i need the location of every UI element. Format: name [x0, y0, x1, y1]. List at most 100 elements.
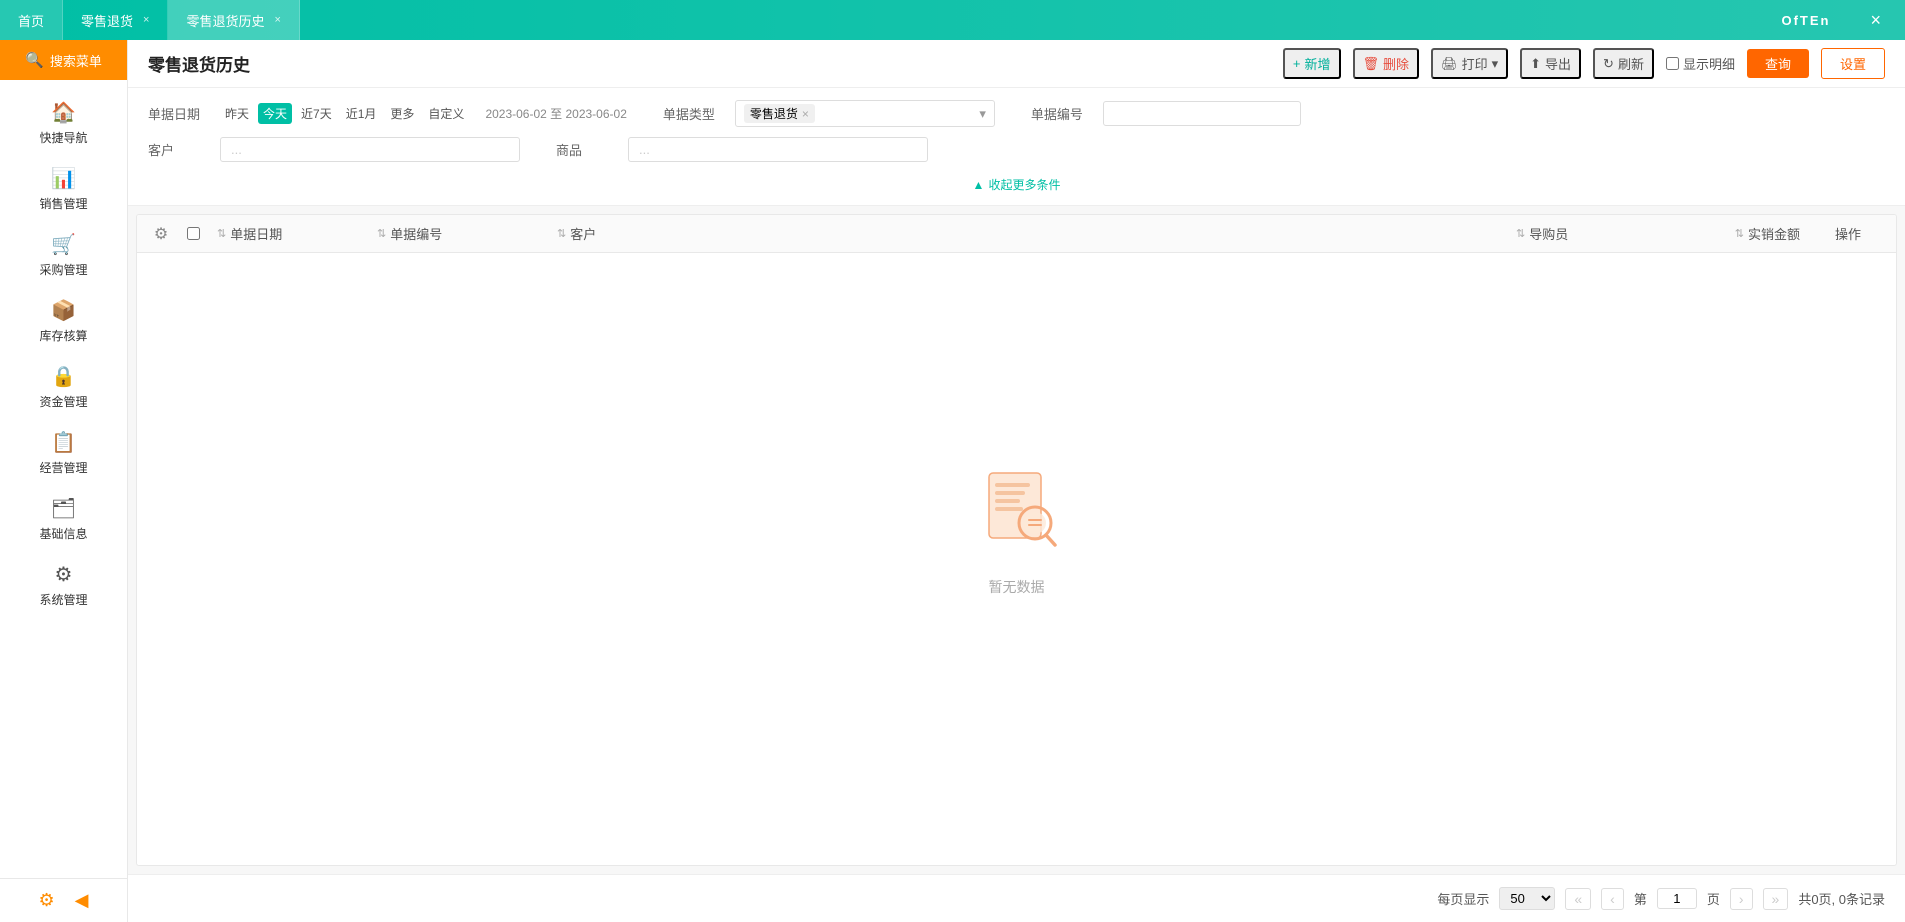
- sidebar-search[interactable]: 🔍 搜索菜单: [0, 40, 127, 80]
- tab-retail-return-close[interactable]: ×: [143, 14, 149, 26]
- sort-number-icon[interactable]: ⇅: [377, 227, 386, 240]
- delete-label: 删除: [1383, 54, 1409, 73]
- total-info: 共0页, 0条记录: [1798, 889, 1885, 908]
- page-label: 第: [1634, 889, 1647, 908]
- sort-date-icon[interactable]: ⇅: [217, 227, 226, 240]
- last-page-button[interactable]: »: [1763, 888, 1789, 910]
- delete-button[interactable]: 🗑 删除: [1353, 48, 1420, 79]
- sidebar-item-finance[interactable]: 🔒 资金管理: [0, 352, 127, 418]
- th-amount: ⇅ 实销金额: [1668, 224, 1808, 243]
- tab-retail-return-history[interactable]: 零售退货历史 ×: [168, 0, 299, 40]
- sidebar-item-basic-info[interactable]: 🗂 基础信息: [0, 484, 127, 550]
- first-page-button[interactable]: «: [1565, 888, 1591, 910]
- prev-page-button[interactable]: ‹: [1601, 888, 1624, 910]
- new-button[interactable]: + 新增: [1283, 48, 1341, 79]
- date-btn-7days[interactable]: 近7天: [296, 103, 337, 124]
- type-filter-label: 单据类型: [663, 104, 719, 123]
- th-number-label: 单据编号: [390, 224, 442, 243]
- show-detail-checkbox[interactable]: [1666, 57, 1679, 70]
- date-btn-1month[interactable]: 近1月: [341, 103, 382, 124]
- page-header: 零售退货历史 + 新增 🗑 删除 🖨 打印 ▾ ⬆ 导出: [128, 40, 1905, 88]
- content-area: 零售退货历史 + 新增 🗑 删除 🖨 打印 ▾ ⬆ 导出: [128, 40, 1905, 922]
- next-page-button[interactable]: ›: [1730, 888, 1753, 910]
- export-button[interactable]: ⬆ 导出: [1520, 48, 1581, 79]
- customer-filter-input[interactable]: ...: [220, 137, 520, 162]
- empty-text: 暂无数据: [989, 577, 1045, 597]
- table-settings-icon[interactable]: ⚙: [145, 224, 177, 244]
- tab-retail-return-label: 零售退货: [81, 11, 133, 30]
- show-detail-checkbox-label[interactable]: 显示明细: [1666, 54, 1735, 73]
- print-label: 打印: [1462, 54, 1488, 73]
- sidebar-item-quick-nav[interactable]: 🏠 快捷导航: [0, 88, 127, 154]
- select-all-input[interactable]: [187, 227, 200, 240]
- date-btn-custom[interactable]: 自定义: [423, 103, 469, 124]
- window-close-button[interactable]: ×: [1862, 10, 1889, 31]
- table-header: ⚙ ⇅ 单据日期 ⇅ 单据编号 ⇅ 客户 ⇅ 导购员: [137, 215, 1896, 253]
- page-unit: 页: [1707, 889, 1720, 908]
- goods-filter-input[interactable]: ...: [628, 137, 928, 162]
- empty-illustration: [967, 461, 1067, 561]
- sidebar-item-system-mgmt[interactable]: ⚙ 系统管理: [0, 550, 127, 616]
- sidebar-item-purchase-mgmt[interactable]: 🛒 采购管理: [0, 220, 127, 286]
- th-date-label: 单据日期: [230, 224, 282, 243]
- tab-home[interactable]: 首页: [0, 0, 63, 40]
- sort-amount-icon[interactable]: ⇅: [1735, 227, 1744, 240]
- pagination-area: 每页显示 50 100 200 « ‹ 第 页 › » 共0页, 0条记录: [128, 874, 1905, 922]
- sidebar-item-operations[interactable]: 📋 经营管理: [0, 418, 127, 484]
- type-filter-select[interactable]: 零售退货 × ▾: [735, 100, 995, 127]
- export-icon: ⬆: [1530, 56, 1541, 72]
- table-area: ⚙ ⇅ 单据日期 ⇅ 单据编号 ⇅ 客户 ⇅ 导购员: [136, 214, 1897, 866]
- empty-state: 暂无数据: [137, 253, 1896, 865]
- th-action-label: 操作: [1835, 224, 1861, 243]
- export-label: 导出: [1545, 54, 1571, 73]
- collapse-sidebar-icon[interactable]: ◀: [75, 890, 89, 911]
- sidebar-item-operations-label: 经营管理: [39, 459, 87, 476]
- date-btn-more[interactable]: 更多: [385, 103, 419, 124]
- page-actions: + 新增 🗑 删除 🖨 打印 ▾ ⬆ 导出 ↻ 刷新: [1283, 48, 1885, 79]
- type-tag-remove[interactable]: ×: [802, 107, 809, 121]
- sidebar-search-label: 搜索菜单: [50, 51, 102, 70]
- refresh-button[interactable]: ↻ 刷新: [1593, 48, 1654, 79]
- sidebar-item-inventory[interactable]: 📦 库存核算: [0, 286, 127, 352]
- main-layout: 🔍 搜索菜单 🏠 快捷导航 📊 销售管理 🛒 采购管理 📦 库存核算 🔒: [0, 40, 1905, 922]
- customer-placeholder: ...: [231, 142, 242, 157]
- tab-retail-return-history-label: 零售退货历史: [186, 11, 264, 30]
- top-bar-right: OfTEn ×: [1761, 10, 1905, 31]
- date-filter-buttons: 昨天 今天 近7天 近1月 更多 自定义: [220, 103, 469, 124]
- print-arrow-icon: ▾: [1492, 56, 1499, 72]
- th-amount-label: 实销金额: [1748, 224, 1800, 243]
- new-icon: +: [1293, 56, 1301, 71]
- sidebar-item-purchase-label: 采购管理: [39, 261, 87, 278]
- number-filter-label: 单据编号: [1031, 104, 1087, 123]
- collapse-icon: ▲: [973, 178, 985, 192]
- new-label: 新增: [1305, 54, 1331, 73]
- table-select-all-checkbox[interactable]: [177, 227, 209, 240]
- page-number-input[interactable]: [1657, 888, 1697, 909]
- sort-guide-icon[interactable]: ⇅: [1516, 227, 1525, 240]
- settings-bottom-icon[interactable]: ⚙: [39, 890, 55, 911]
- type-select-arrow-icon: ▾: [979, 106, 986, 122]
- number-filter-input[interactable]: [1103, 101, 1301, 126]
- sidebar-item-basic-label: 基础信息: [39, 525, 87, 542]
- sidebar-item-sales-mgmt[interactable]: 📊 销售管理: [0, 154, 127, 220]
- sidebar: 🔍 搜索菜单 🏠 快捷导航 📊 销售管理 🛒 采购管理 📦 库存核算 🔒: [0, 40, 128, 922]
- sales-icon: 📊: [51, 166, 76, 191]
- tab-retail-return[interactable]: 零售退货 ×: [63, 0, 168, 40]
- goods-filter-label: 商品: [556, 140, 612, 159]
- basic-info-icon: 🗂: [51, 496, 76, 521]
- print-button[interactable]: 🖨 打印 ▾: [1431, 48, 1508, 79]
- th-customer-label: 客户: [570, 224, 596, 243]
- date-btn-yesterday[interactable]: 昨天: [220, 103, 254, 124]
- sort-customer-icon[interactable]: ⇅: [557, 227, 566, 240]
- settings-button[interactable]: 设置: [1821, 48, 1885, 79]
- customer-filter-label: 客户: [148, 140, 204, 159]
- type-tag-value: 零售退货: [750, 105, 798, 122]
- collapse-button[interactable]: ▲ 收起更多条件: [973, 172, 1061, 201]
- query-button[interactable]: 查询: [1747, 49, 1809, 78]
- date-btn-today[interactable]: 今天: [258, 103, 292, 124]
- tab-retail-return-history-close[interactable]: ×: [274, 14, 280, 26]
- page-title: 零售退货历史: [148, 51, 250, 76]
- page-size-select[interactable]: 50 100 200: [1499, 887, 1555, 910]
- system-icon: ⚙: [55, 562, 73, 587]
- inventory-icon: 📦: [51, 298, 76, 323]
